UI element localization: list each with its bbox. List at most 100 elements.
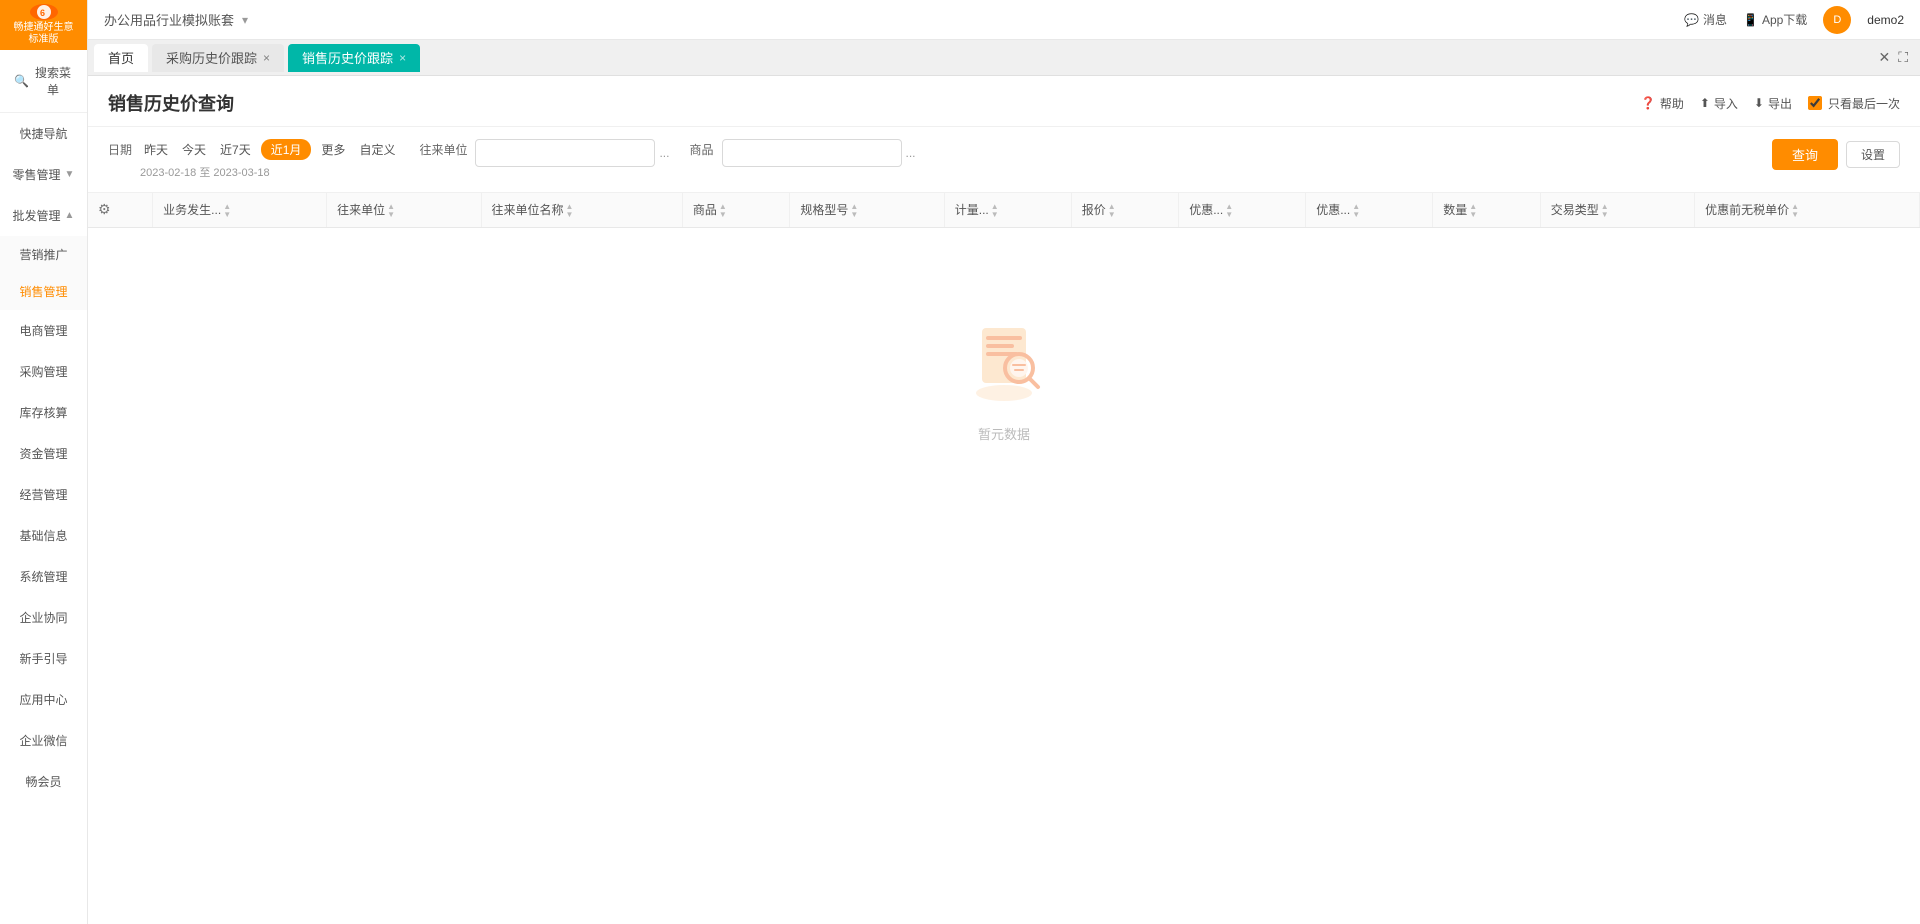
basics-label: 基础信息 [19,527,67,544]
export-button[interactable]: ⬇ 导出 [1754,95,1792,112]
col-partner-code[interactable]: 往来单位▲▼ [327,193,481,227]
tab-sales-label: 销售历史价跟踪 [302,48,393,67]
col-biz-date[interactable]: 业务发生...▲▼ [153,193,327,227]
tab-home[interactable]: 首页 [94,44,148,72]
close-tab-button[interactable]: ✕ [1878,49,1890,66]
sort-icon-spec: ▲▼ [850,203,858,219]
export-icon: ⬇ [1754,96,1764,110]
col-spec[interactable]: 规格型号▲▼ [790,193,944,227]
sidebar-item-wechat[interactable]: 企业微信 [0,720,87,761]
sidebar-item-ecommerce[interactable]: 电商管理 [0,310,87,351]
show-last-only-checkbox-label[interactable]: 只看最后一次 [1808,95,1900,112]
product-filter-label: 商品 [689,139,713,158]
col-settings: ⚙ [88,193,153,227]
date-yesterday-btn[interactable]: 昨天 [140,139,172,160]
col-discount2[interactable]: 优惠...▲▼ [1306,193,1433,227]
retail-label: 零售管理 [13,166,61,183]
tab-sales-close-icon[interactable]: × [399,52,406,64]
import-icon: ⬆ [1700,96,1710,110]
sort-icon-qty: ▲▼ [1469,203,1477,219]
date-more-btn[interactable]: 更多 [317,139,349,160]
sidebar-item-finance[interactable]: 资金管理 [0,433,87,474]
sidebar-item-guide[interactable]: 新手引导 [0,638,87,679]
topbar-title: 办公用品行业模拟账套 [104,10,234,29]
import-button[interactable]: ⬆ 导入 [1700,95,1738,112]
date-custom-btn[interactable]: 自定义 [355,139,399,160]
sidebar-item-marketing[interactable]: 营销推广 [0,236,87,273]
sidebar-item-quick-nav[interactable]: 快捷导航 [0,113,87,154]
sort-icon-partner-code: ▲▼ [387,203,395,219]
sidebar-item-basics[interactable]: 基础信息 [0,515,87,556]
page-content: 销售历史价查询 ❓ 帮助 ⬆ 导入 ⬇ 导出 只看最后一次 [88,76,1920,924]
guide-label: 新手引导 [19,650,67,667]
purchase-label: 采购管理 [19,363,67,380]
col-product[interactable]: 商品▲▼ [682,193,789,227]
col-qty[interactable]: 数量▲▼ [1433,193,1540,227]
tab-home-label: 首页 [108,48,134,67]
maximize-tab-button[interactable]: ⛶ [1898,49,1908,66]
message-button[interactable]: 💬 消息 [1684,11,1727,28]
sidebar: 6 畅捷通好生意 标准版 🔍 搜索菜单 快捷导航 零售管理 ▼ 批发管理 ▲ 营… [0,0,88,924]
column-settings-icon[interactable]: ⚙ [98,201,111,217]
date-shortcuts: 昨天 今天 近7天 近1月 更多 自定义 [140,139,399,160]
system-label: 系统管理 [19,568,67,585]
col-quote[interactable]: 报价▲▼ [1071,193,1178,227]
message-label: 消息 [1703,11,1727,28]
customer-input[interactable] [475,139,655,167]
customer-input-group: ... [475,139,669,167]
tab-sales-history[interactable]: 销售历史价跟踪 × [288,44,420,72]
tab-purchase-close-icon[interactable]: × [263,52,270,64]
enterprise-label: 企业协同 [19,609,67,626]
date-7days-btn[interactable]: 近7天 [216,139,255,160]
empty-icon [954,308,1054,408]
marketing-label: 营销推广 [19,248,67,262]
sort-icon-trade-type: ▲▼ [1601,203,1609,219]
col-unit[interactable]: 计量...▲▼ [944,193,1071,227]
svg-text:6: 6 [40,8,45,18]
sidebar-item-inventory[interactable]: 库存核算 [0,392,87,433]
topbar-right: 💬 消息 📱 App下载 D demo2 [1684,6,1904,34]
product-dots-button[interactable]: ... [906,146,916,160]
sidebar-item-purchase[interactable]: 采购管理 [0,351,87,392]
sidebar-item-retail[interactable]: 零售管理 ▼ [0,154,87,195]
search-label: 搜索菜单 [33,64,73,98]
sidebar-item-wholesale[interactable]: 批发管理 ▲ [0,195,87,236]
sidebar-item-sales[interactable]: 销售管理 [0,273,87,310]
app-download-button[interactable]: 📱 App下载 [1743,11,1807,28]
show-last-only-checkbox[interactable] [1808,96,1822,110]
sidebar-item-system[interactable]: 系统管理 [0,556,87,597]
tab-purchase-history[interactable]: 采购历史价跟踪 × [152,44,284,72]
settings-button[interactable]: 设置 [1846,141,1900,168]
topbar-dropdown-button[interactable]: ▾ [242,13,248,27]
date-today-btn[interactable]: 今天 [178,139,210,160]
sidebar-item-app-center[interactable]: 应用中心 [0,679,87,720]
logo[interactable]: 6 畅捷通好生意 标准版 [0,0,87,50]
wechat-label: 企业微信 [19,732,67,749]
sort-icon-discount2: ▲▼ [1352,203,1360,219]
customer-filter-label: 往来单位 [419,139,467,158]
customer-dots-button[interactable]: ... [659,146,669,160]
quick-nav-label: 快捷导航 [19,125,67,142]
col-discount1[interactable]: 优惠...▲▼ [1179,193,1306,227]
col-trade-type[interactable]: 交易类型▲▼ [1540,193,1694,227]
sort-icon-product: ▲▼ [719,203,727,219]
search-menu-button[interactable]: 🔍 搜索菜单 [10,58,77,104]
tabs-actions: ✕ ⛶ [1878,49,1916,66]
sidebar-item-enterprise[interactable]: 企业协同 [0,597,87,638]
page-header-actions: ❓ 帮助 ⬆ 导入 ⬇ 导出 只看最后一次 [1641,95,1900,112]
sort-icon-discount1: ▲▼ [1225,203,1233,219]
query-button[interactable]: 查询 [1772,139,1838,170]
date-1month-btn[interactable]: 近1月 [261,139,312,160]
product-input[interactable] [722,139,902,167]
logo-subtext: 标准版 [29,34,59,46]
col-partner-name[interactable]: 往来单位名称▲▼ [481,193,682,227]
sort-icon-biz-date: ▲▼ [223,203,231,219]
sidebar-item-operations[interactable]: 经营管理 [0,474,87,515]
import-label: 导入 [1714,95,1738,112]
operations-label: 经营管理 [19,486,67,503]
page-title: 销售历史价查询 [108,90,234,116]
help-button[interactable]: ❓ 帮助 [1641,95,1684,112]
col-tax-price[interactable]: 优惠前无税单价▲▼ [1695,193,1920,227]
avatar: D [1823,6,1851,34]
sidebar-item-member[interactable]: 畅会员 [0,761,87,802]
